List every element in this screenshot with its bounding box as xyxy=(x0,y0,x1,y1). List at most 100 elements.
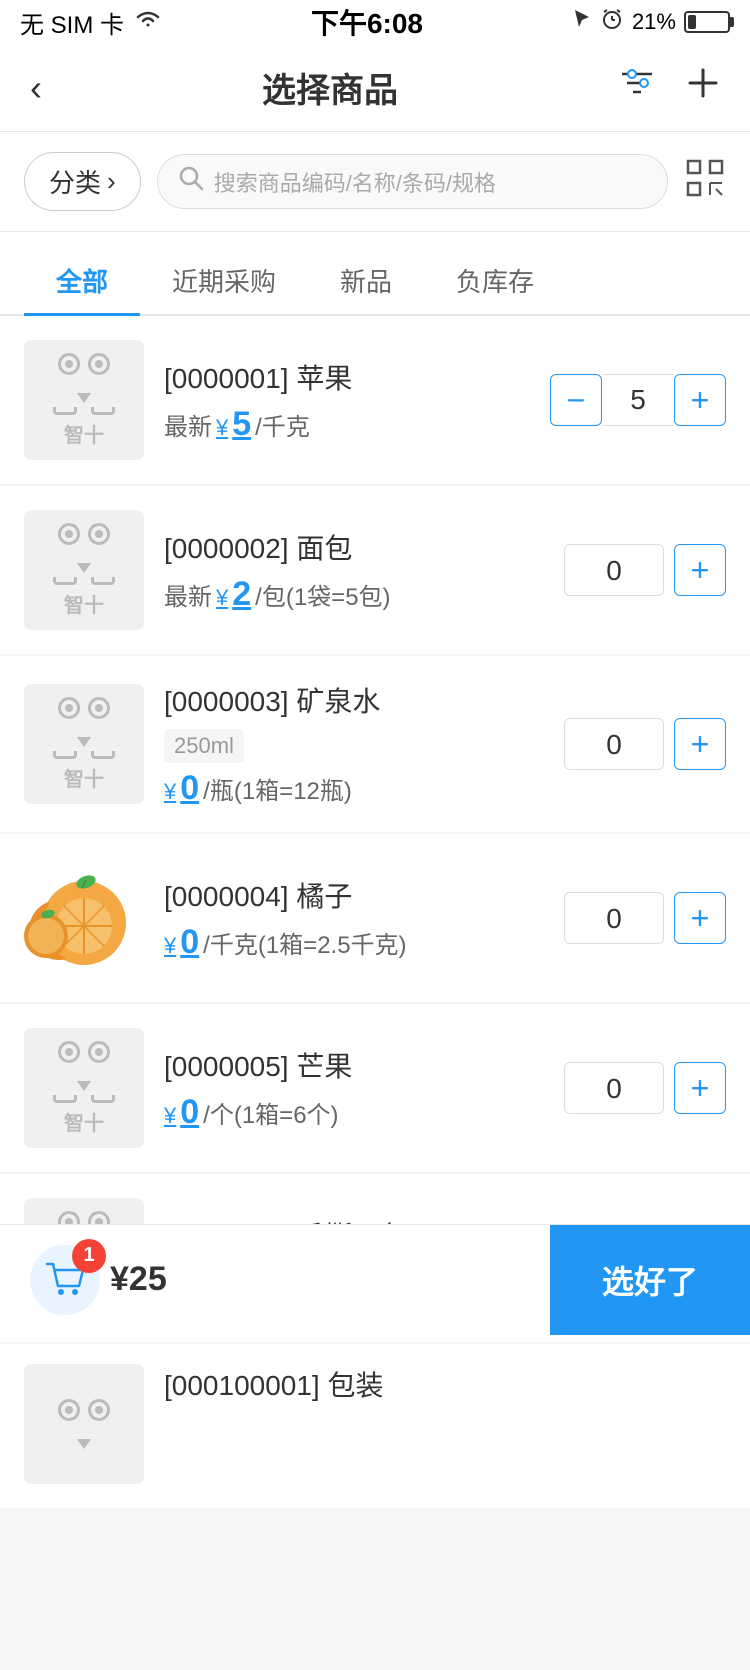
category-label: 分类 xyxy=(49,163,101,200)
owl-eye-left xyxy=(58,353,80,375)
quantity-input[interactable] xyxy=(602,374,674,426)
price-amount: 0 xyxy=(180,769,199,808)
filter-icon[interactable] xyxy=(618,66,656,109)
product-list: 智十 [0000001] 苹果 最新 ¥ 5 /千克 − + xyxy=(0,316,750,1670)
price-currency: ¥ xyxy=(164,933,176,959)
tab-row: 全部 近期采购 新品 负库存 xyxy=(0,232,750,316)
confirm-selection-button[interactable]: 选好了 xyxy=(550,1225,750,1335)
quantity-increase-button[interactable]: + xyxy=(674,718,726,770)
owl-eye-left xyxy=(58,1041,80,1063)
owl-eye-left xyxy=(58,523,80,545)
owl-foot-left xyxy=(53,751,77,759)
product-info: [0000005] 芒果 ¥ 0 /个(1箱=6个) xyxy=(164,1045,544,1132)
owl-brand-label: 智十 xyxy=(64,419,104,448)
owl-feet xyxy=(53,1095,115,1103)
quantity-control: 0 + xyxy=(564,1062,726,1114)
owl-brand-label: 智十 xyxy=(64,1107,104,1136)
quantity-increase-button[interactable]: + xyxy=(674,1062,726,1114)
carrier-label: 无 SIM 卡 xyxy=(20,5,124,40)
price-unit: /千克(1箱=2.5千克) xyxy=(203,925,406,960)
product-thumbnail: 智十 xyxy=(24,684,144,804)
price-unit: /包(1袋=5包) xyxy=(255,577,390,612)
cart-section: 1 ¥25 xyxy=(0,1245,550,1315)
add-product-icon[interactable] xyxy=(686,66,720,109)
price-unit: /瓶(1箱=12瓶) xyxy=(203,771,352,806)
owl-eye-left xyxy=(58,697,80,719)
price-currency: ¥ xyxy=(216,415,228,441)
status-right: 21% xyxy=(572,7,730,37)
battery-icon xyxy=(684,11,730,33)
battery-percent: 21% xyxy=(632,9,676,35)
price-currency: ¥ xyxy=(216,585,228,611)
search-placeholder: 搜索商品编码/名称/条码/规格 xyxy=(214,166,496,198)
owl-brand-label: 智十 xyxy=(64,589,104,618)
quantity-increase-button[interactable]: + xyxy=(674,374,726,426)
product-image-placeholder: 智十 xyxy=(53,1041,115,1136)
cart-icon-wrap[interactable]: 1 xyxy=(30,1245,100,1315)
owl-eye-right xyxy=(88,697,110,719)
product-info: [000100001] 包装 xyxy=(164,1364,726,1412)
price-amount: 0 xyxy=(180,923,199,962)
time-display: 下午6:08 xyxy=(311,2,423,42)
search-icon xyxy=(178,165,204,198)
owl-foot-right xyxy=(91,577,115,585)
product-item: [0000004] 橘子 ¥ 0 /千克(1箱=2.5千克) 0 + xyxy=(0,834,750,1002)
product-image-placeholder: 智十 xyxy=(53,523,115,618)
tab-negative[interactable]: 负库存 xyxy=(424,248,566,316)
owl-eyes xyxy=(54,697,114,735)
price-currency: ¥ xyxy=(164,779,176,805)
search-box[interactable]: 搜索商品编码/名称/条码/规格 xyxy=(157,154,668,209)
quantity-control: − + xyxy=(550,374,726,426)
product-code-name: [0000001] 苹果 xyxy=(164,357,530,397)
quantity-decrease-button[interactable]: − xyxy=(550,374,602,426)
quantity-display: 0 xyxy=(564,1062,664,1114)
price-amount: 5 xyxy=(232,405,251,444)
price-unit: /千克 xyxy=(255,407,310,442)
price-label: 最新 xyxy=(164,407,212,442)
product-code-name: [0000005] 芒果 xyxy=(164,1045,544,1085)
owl-eyes xyxy=(54,1399,114,1437)
price-amount: 0 xyxy=(180,1093,199,1132)
owl-foot-left xyxy=(53,1095,77,1103)
owl-eye-right xyxy=(88,523,110,545)
owl-eyes xyxy=(54,353,114,391)
product-info: [0000004] 橘子 ¥ 0 /千克(1箱=2.5千克) xyxy=(164,875,544,962)
page-title: 选择商品 xyxy=(262,63,398,112)
owl-feet xyxy=(53,407,115,415)
owl-beak xyxy=(77,1439,91,1449)
alarm-icon xyxy=(600,7,624,37)
owl-foot-right xyxy=(91,751,115,759)
product-code-name: [0000004] 橘子 xyxy=(164,875,544,915)
quantity-control: 0 + xyxy=(564,718,726,770)
product-item: 智十 [0000001] 苹果 最新 ¥ 5 /千克 − + xyxy=(0,316,750,484)
price-label: 最新 xyxy=(164,577,212,612)
chevron-right-icon: › xyxy=(107,166,116,197)
owl-feet xyxy=(53,577,115,585)
quantity-increase-button[interactable]: + xyxy=(674,544,726,596)
owl-eye-right xyxy=(88,1399,110,1421)
category-button[interactable]: 分类 › xyxy=(24,152,141,211)
tab-new[interactable]: 新品 xyxy=(308,248,424,316)
scan-icon[interactable] xyxy=(684,157,726,207)
product-thumbnail xyxy=(24,1364,144,1484)
owl-foot-left xyxy=(53,577,77,585)
wifi-icon xyxy=(134,8,162,36)
tab-recent[interactable]: 近期采购 xyxy=(140,248,308,316)
quantity-increase-button[interactable]: + xyxy=(674,892,726,944)
status-bar: 无 SIM 卡 下午6:08 21% xyxy=(0,0,750,44)
nav-actions xyxy=(618,66,720,109)
cart-badge: 1 xyxy=(72,1239,106,1273)
back-button[interactable]: ‹ xyxy=(30,67,42,109)
product-item: 智十 [0000003] 矿泉水 250ml ¥ 0 /瓶(1箱=12瓶) 0 … xyxy=(0,656,750,832)
owl-foot-left xyxy=(53,407,77,415)
tab-all[interactable]: 全部 xyxy=(24,248,140,316)
price-amount: 2 xyxy=(232,575,251,614)
product-code-name: [0000002] 面包 xyxy=(164,527,544,567)
product-price: ¥ 0 /千克(1箱=2.5千克) xyxy=(164,923,544,962)
owl-eyes xyxy=(54,1041,114,1079)
bottom-bar: 1 ¥25 选好了 xyxy=(0,1224,750,1334)
product-code-name: [0000003] 矿泉水 xyxy=(164,680,544,720)
battery-fill xyxy=(688,15,696,29)
owl-beak xyxy=(77,1081,91,1091)
owl-eye-left xyxy=(58,1399,80,1421)
